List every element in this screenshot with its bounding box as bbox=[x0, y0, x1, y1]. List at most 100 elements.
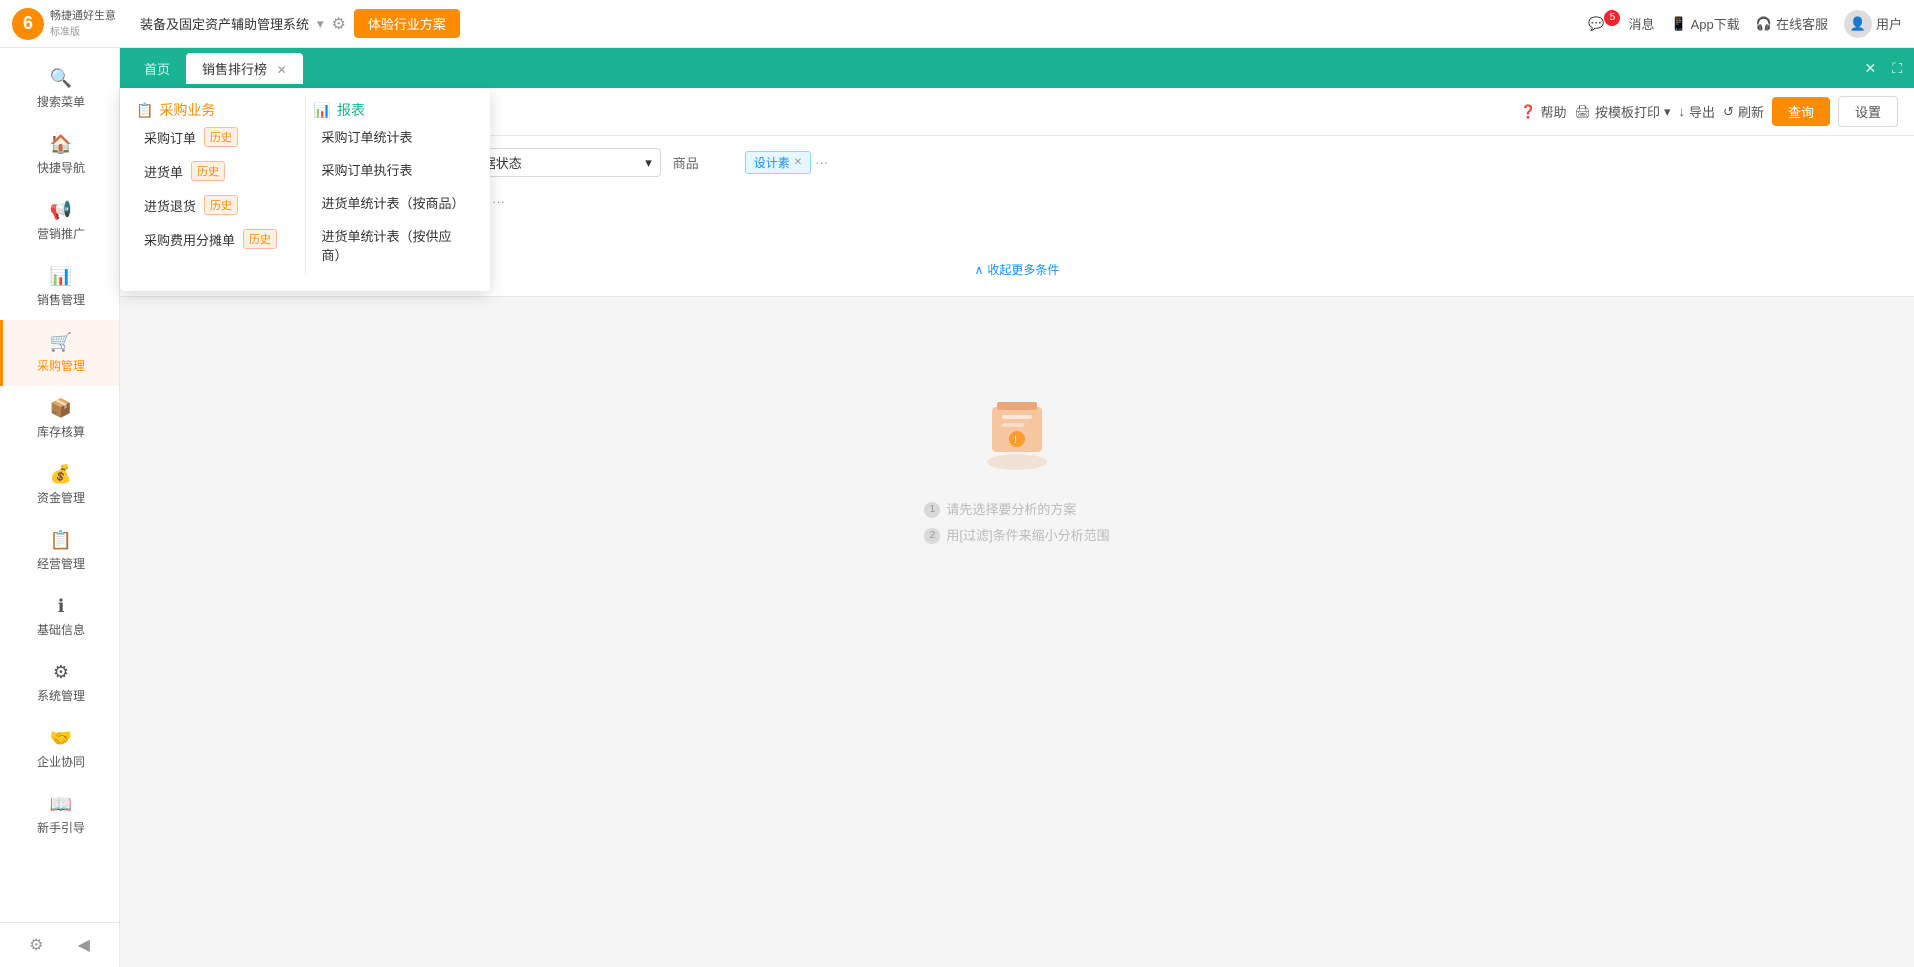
message-badge: 5 bbox=[1604, 10, 1620, 26]
purchase-expense-label: 采购费用分摊单 bbox=[144, 230, 235, 249]
sidebar-item-marketing[interactable]: 📢 营销推广 bbox=[0, 188, 119, 254]
goods-tag-text: 设计素 bbox=[754, 154, 790, 171]
dropdown-divider bbox=[305, 96, 306, 275]
inventory-icon: 📦 bbox=[50, 398, 72, 419]
tab-actions: ✕ ⛶ bbox=[1860, 56, 1906, 81]
basic-info-icon: ℹ bbox=[58, 596, 65, 617]
capital-icon: 💰 bbox=[50, 464, 72, 485]
sidebar-item-search[interactable]: 🔍 搜索菜单 bbox=[0, 56, 119, 122]
tab-close-btn[interactable]: ✕ bbox=[1860, 56, 1880, 81]
app-download-btn[interactable]: 📱 App下载 bbox=[1670, 14, 1739, 33]
doc-status-select[interactable]: 单据状态 ▾ bbox=[461, 148, 661, 177]
empty-hint-2: 2 用[过滤]条件来缩小分析范围 bbox=[924, 523, 1109, 549]
sidebar-item-guide[interactable]: 📖 新手引导 bbox=[0, 782, 119, 848]
sidebar-item-system[interactable]: ⚙ 系统管理 bbox=[0, 650, 119, 716]
sidebar-collapse-icon[interactable]: ◀ bbox=[78, 935, 90, 955]
nav-arrow-icon[interactable]: ▾ bbox=[317, 16, 324, 32]
refresh-icon: ↺ bbox=[1723, 104, 1734, 120]
export-label: 导出 bbox=[1689, 102, 1715, 121]
goods-tag-close[interactable]: ✕ bbox=[794, 157, 802, 168]
sidebar-item-sales[interactable]: 📊 销售管理 bbox=[0, 254, 119, 320]
sidebar-item-quick-nav[interactable]: 🏠 快捷导航 bbox=[0, 122, 119, 188]
sidebar-label-capital: 资金管理 bbox=[37, 489, 85, 506]
dropdown-col-reports: 📊 报表 采购订单统计表 采购订单执行表 进货单统计表（按商品） 进货单统计表（… bbox=[314, 96, 475, 275]
logo-text: 畅捷通好生意 标准版 bbox=[50, 9, 116, 38]
purchase-order-label: 采购订单 bbox=[144, 128, 196, 147]
empty-icon: ! bbox=[967, 377, 1067, 477]
sales-icon: 📊 bbox=[50, 266, 72, 287]
logo-icon: 6 bbox=[12, 8, 44, 40]
collapse-label: 收起更多条件 bbox=[987, 261, 1059, 278]
purchase-dropdown: 📋 采购业务 采购订单 历史 进货单 历史 进货退货 历史 采购费用分摊单 历史 bbox=[120, 88, 490, 291]
sidebar-label-guide: 新手引导 bbox=[37, 819, 85, 836]
dropdown-item-order-exec[interactable]: 采购订单执行表 bbox=[314, 153, 475, 186]
sidebar-item-operations[interactable]: 📋 经营管理 bbox=[0, 518, 119, 584]
collapse-arrow-icon: ∧ bbox=[975, 263, 984, 277]
sidebar-item-capital[interactable]: 💰 资金管理 bbox=[0, 452, 119, 518]
tab-sales-ranking[interactable]: 销售排行榜 ✕ bbox=[186, 53, 303, 84]
sidebar-label-search: 搜索菜单 bbox=[37, 93, 85, 110]
dropdown-item-goods-return[interactable]: 进货退货 历史 bbox=[136, 188, 297, 222]
top-bar: 6 畅捷通好生意 标准版 装备及固定资产辅助管理系统 ▾ ⚙ 体验行业方案 💬 … bbox=[0, 0, 1914, 48]
empty-hint-1: 1 请先选择要分析的方案 bbox=[924, 497, 1109, 523]
refresh-label: 刷新 bbox=[1738, 102, 1764, 121]
refresh-btn[interactable]: ↺ 刷新 bbox=[1723, 102, 1764, 121]
user-btn[interactable]: 👤 用户 bbox=[1844, 10, 1902, 38]
tab-home-label: 首页 bbox=[144, 62, 170, 77]
tab-bar: 首页 销售排行榜 ✕ ✕ ⛶ bbox=[120, 48, 1914, 88]
settings-btn[interactable]: 设置 bbox=[1838, 96, 1898, 127]
sidebar-bottom: ⚙ ◀ bbox=[0, 922, 119, 967]
dropdown-col-purchase: 📋 采购业务 采购订单 历史 进货单 历史 进货退货 历史 采购费用分摊单 历史 bbox=[136, 96, 297, 275]
empty-dot-2: 2 bbox=[924, 528, 940, 544]
sidebar-label-enterprise: 企业协同 bbox=[37, 753, 85, 770]
dropdown-item-goods-receipt[interactable]: 进货单 历史 bbox=[136, 154, 297, 188]
purchase-icon: 🛒 bbox=[50, 332, 72, 353]
sales-rep-dots[interactable]: ··· bbox=[492, 194, 505, 209]
print-btn[interactable]: 🖨 按模板打印 ▾ bbox=[1574, 102, 1670, 121]
sales-rep-area: ··· bbox=[492, 194, 505, 209]
query-btn[interactable]: 查询 bbox=[1772, 97, 1830, 126]
enterprise-icon: 🤝 bbox=[50, 728, 72, 749]
tab-fullscreen-btn[interactable]: ⛶ bbox=[1888, 56, 1906, 81]
dropdown-item-receipt-by-supplier[interactable]: 进货单统计表（按供应商） bbox=[314, 219, 475, 271]
help-btn[interactable]: ❓ 帮助 bbox=[1520, 102, 1566, 121]
sidebar-item-basic-info[interactable]: ℹ 基础信息 bbox=[0, 584, 119, 650]
dropdown-item-receipt-by-goods[interactable]: 进货单统计表（按商品） bbox=[314, 186, 475, 219]
sidebar-item-purchase[interactable]: 🛒 采购管理 bbox=[0, 320, 119, 386]
help-label: 帮助 bbox=[1540, 102, 1566, 121]
export-btn[interactable]: ↓ 导出 bbox=[1679, 102, 1716, 121]
goods-dots[interactable]: ··· bbox=[815, 155, 828, 170]
dropdown-item-order-stats[interactable]: 采购订单统计表 bbox=[314, 120, 475, 153]
sidebar-item-inventory[interactable]: 📦 库存核算 bbox=[0, 386, 119, 452]
sidebar-label-operations: 经营管理 bbox=[37, 555, 85, 572]
avatar: 👤 bbox=[1844, 10, 1872, 38]
nav-settings-icon[interactable]: ⚙ bbox=[332, 14, 346, 34]
headset-icon: 🎧 bbox=[1756, 16, 1772, 32]
goods-return-history-badge: 历史 bbox=[204, 195, 238, 215]
dropdown-item-purchase-order[interactable]: 采购订单 历史 bbox=[136, 120, 297, 154]
tab-close-icon[interactable]: ✕ bbox=[277, 63, 287, 77]
empty-hint-1-text: 请先选择要分析的方案 bbox=[946, 497, 1076, 523]
print-icon: 🖨 bbox=[1574, 104, 1591, 120]
dropdown-columns: 📋 采购业务 采购订单 历史 进货单 历史 进货退货 历史 采购费用分摊单 历史 bbox=[120, 96, 490, 283]
sidebar-settings-icon[interactable]: ⚙ bbox=[29, 935, 43, 955]
sidebar-label-sales: 销售管理 bbox=[37, 291, 85, 308]
operations-icon: 📋 bbox=[50, 530, 72, 551]
order-stats-label: 采购订单统计表 bbox=[322, 127, 413, 146]
system-title: 装备及固定资产辅助管理系统 bbox=[140, 14, 309, 33]
online-service-btn[interactable]: 🎧 在线客服 bbox=[1756, 14, 1828, 33]
message-btn[interactable]: 💬 5 消息 bbox=[1588, 14, 1654, 33]
tab-sales-ranking-label: 销售排行榜 bbox=[202, 62, 267, 77]
goods-area: 设计素 ✕ ··· bbox=[745, 151, 828, 174]
goods-tag: 设计素 ✕ bbox=[745, 151, 811, 174]
sidebar-label-system: 系统管理 bbox=[37, 687, 85, 704]
goods-receipt-label: 进货单 bbox=[144, 162, 183, 181]
app-version: 标准版 bbox=[50, 23, 116, 38]
sidebar-item-enterprise[interactable]: 🤝 企业协同 bbox=[0, 716, 119, 782]
dropdown-item-purchase-expense[interactable]: 采购费用分摊单 历史 bbox=[136, 222, 297, 256]
sidebar: 🔍 搜索菜单 🏠 快捷导航 📢 营销推广 📊 销售管理 🛒 采购管理 📦 库存核… bbox=[0, 48, 120, 967]
tab-home[interactable]: 首页 bbox=[128, 53, 186, 84]
industry-btn[interactable]: 体验行业方案 bbox=[354, 9, 460, 38]
goods-receipt-history-badge: 历史 bbox=[191, 161, 225, 181]
receipt-by-goods-label: 进货单统计表（按商品） bbox=[322, 193, 465, 212]
